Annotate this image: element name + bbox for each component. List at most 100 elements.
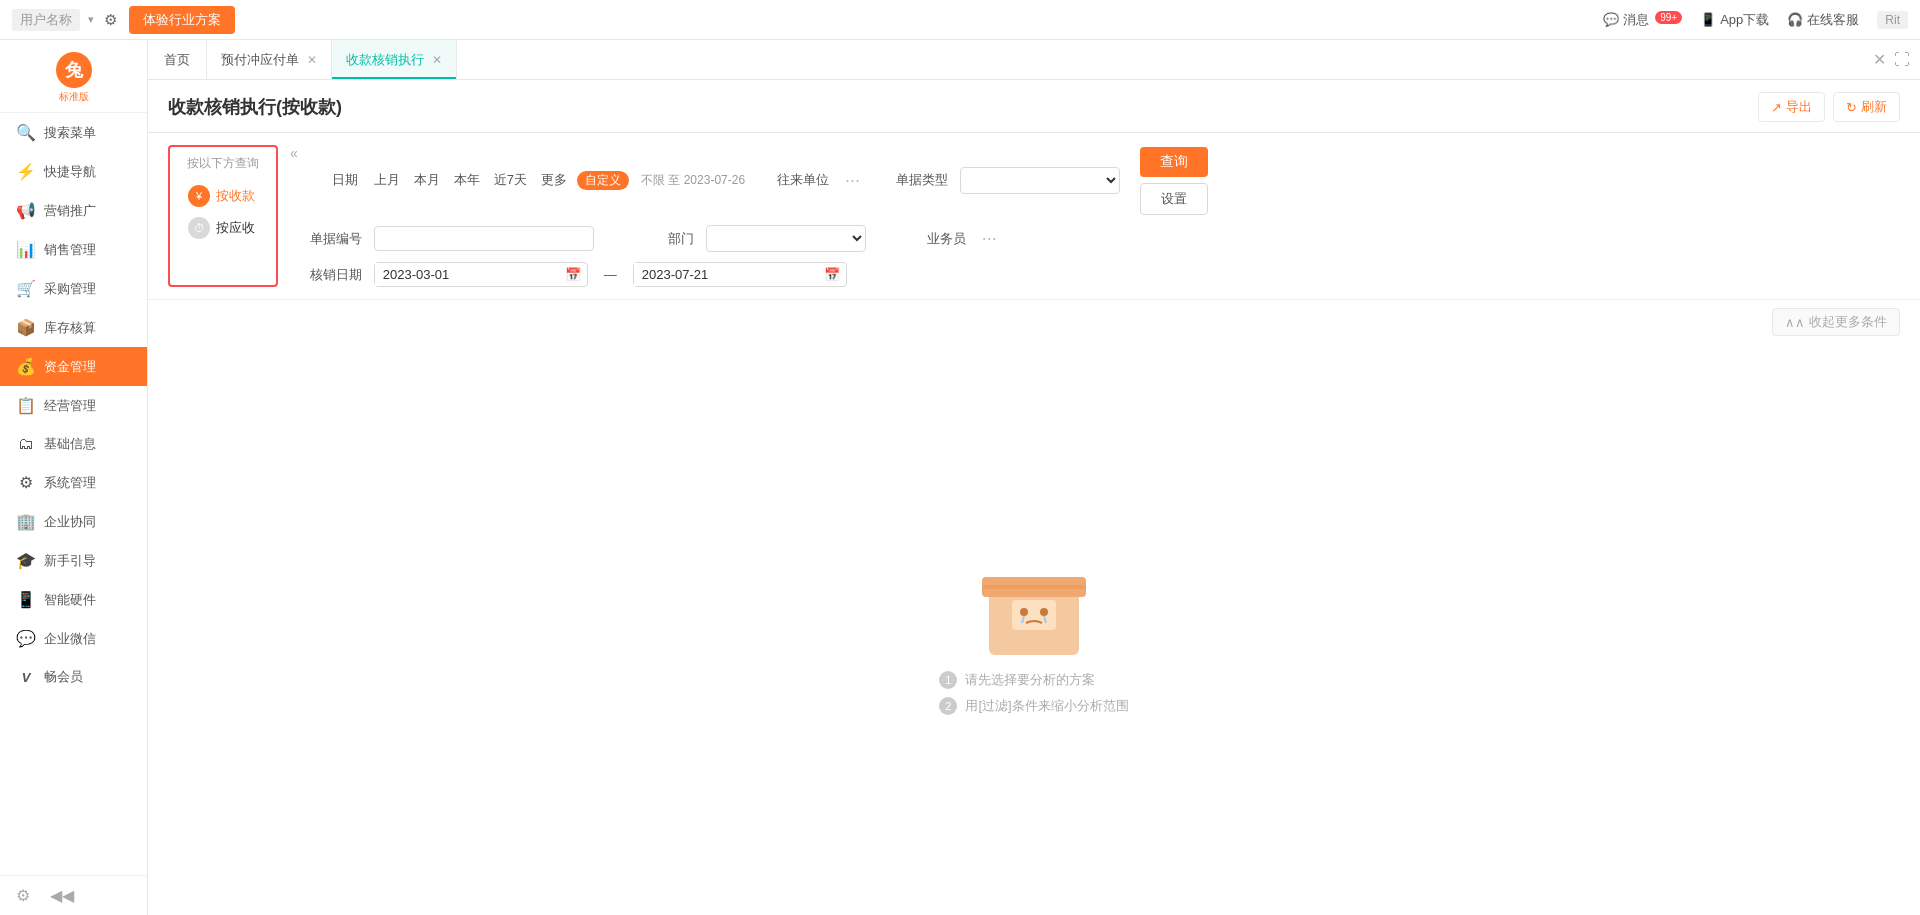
sidebar-item-finance[interactable]: 💰 资金管理 [0,347,147,386]
doc-type-label: 单据类型 [896,171,948,189]
verify-date-start-field[interactable] [375,263,559,286]
search-icon: 🔍 [16,123,36,142]
sidebar-item-guide[interactable]: 🎓 新手引导 [0,541,147,580]
filter-row-2: 单据编号 部门 业务员 ··· [310,225,1900,252]
top-bar-gear-icon[interactable]: ⚙ [104,11,117,29]
settings-button[interactable]: 设置 [1140,183,1208,215]
sidebar-item-wechat[interactable]: 💬 企业微信 [0,619,147,658]
sidebar-item-system[interactable]: ⚙ 系统管理 [0,463,147,502]
refresh-label: 刷新 [1861,98,1887,116]
message-button[interactable]: 💬 消息 99+ [1603,11,1682,29]
wechat-icon: 💬 [16,629,36,648]
sidebar-item-search[interactable]: 🔍 搜索菜单 [0,113,147,152]
user-avatar[interactable]: Rit [1877,11,1908,29]
hint-text-1: 请先选择要分析的方案 [965,671,1095,689]
payable-option-icon: ⏱ [188,217,210,239]
filter-row-1: 日期 上月 本月 本年 近7天 更多 自定义 不限 至 2023-07-26 往… [310,145,1900,215]
tab-bar-right: ✕ ⛶ [1873,50,1920,69]
refresh-button[interactable]: ↻ 刷新 [1833,92,1900,122]
logo-subtitle: 标准版 [59,90,89,104]
query-actions: 查询 设置 [1140,145,1208,215]
basic-icon: 🗂 [16,435,36,453]
sales-icon: 📊 [16,240,36,259]
dept-select[interactable] [706,225,866,252]
svg-point-3 [1020,608,1028,616]
tab-close-all-icon[interactable]: ✕ [1873,50,1886,69]
sidebar-item-basic[interactable]: 🗂 基础信息 [0,425,147,463]
doc-no-input[interactable] [374,226,594,251]
collapse-left-icon[interactable]: « [290,145,298,161]
tab-prepay-close[interactable]: ✕ [307,53,317,67]
custom-tag[interactable]: 自定义 [577,171,629,190]
sidebar-label-operation: 经营管理 [44,397,96,415]
collapse-sidebar-icon[interactable]: ◀◀ [50,886,74,905]
sidebar-label-wechat: 企业微信 [44,630,96,648]
sidebar-bottom: ⚙ ◀◀ [0,875,147,915]
sidebar-logo: 兔 标准版 [0,40,147,113]
verify-date-start-input[interactable]: 📅 [374,262,588,287]
filter-fields: 日期 上月 本月 本年 近7天 更多 自定义 不限 至 2023-07-26 往… [310,145,1900,287]
shortcut-7days[interactable]: 近7天 [490,169,531,191]
tab-receipt-close[interactable]: ✕ [432,53,442,67]
shortcut-last-month[interactable]: 上月 [370,169,404,191]
query-by-payable[interactable]: ⏱ 按应收 [180,212,266,244]
sidebar-item-member[interactable]: V 畅会员 [0,658,147,696]
content-area: 首页 预付冲应付单 ✕ 收款核销执行 ✕ ✕ ⛶ 收款核销执行(按收款) ↗ [148,40,1920,915]
settings-bottom-icon[interactable]: ⚙ [16,886,30,905]
top-bar: 用户名称 ▾ ⚙ 体验行业方案 💬 消息 99+ 📱 App下载 🎧 在线客服 … [0,0,1920,40]
shortcut-more[interactable]: 更多 [537,169,571,191]
query-by-receipt[interactable]: ¥ 按收款 [180,180,266,212]
service-icon: 🎧 [1787,12,1803,27]
sidebar-item-quicknav[interactable]: ⚡ 快捷导航 [0,152,147,191]
sidebar-label-purchase: 采购管理 [44,280,96,298]
dept-label: 部门 [646,230,694,248]
doc-type-select[interactable] [960,167,1120,194]
sidebar-item-purchase[interactable]: 🛒 采购管理 [0,269,147,308]
query-button[interactable]: 查询 [1140,147,1208,177]
tab-bar: 首页 预付冲应付单 ✕ 收款核销执行 ✕ ✕ ⛶ [148,40,1920,80]
app-download-button[interactable]: 📱 App下载 [1700,11,1769,29]
sidebar-label-sales: 销售管理 [44,241,96,259]
tab-receipt[interactable]: 收款核销执行 ✕ [332,40,457,79]
hint-text-2: 用[过滤]条件来缩小分析范围 [965,697,1128,715]
system-icon: ⚙ [16,473,36,492]
tab-expand-icon[interactable]: ⛶ [1894,51,1910,69]
collapse-more-icon: ∧∧ [1785,315,1805,330]
empty-illustration [974,545,1094,655]
refresh-icon: ↻ [1846,100,1857,115]
page-title: 收款核销执行(按收款) [168,95,342,119]
verify-date-end-field[interactable] [634,263,818,286]
sidebar-item-corp[interactable]: 🏢 企业协同 [0,502,147,541]
sidebar-item-marketing[interactable]: 📢 营销推广 [0,191,147,230]
sidebar-item-hardware[interactable]: 📱 智能硬件 [0,580,147,619]
sidebar-item-inventory[interactable]: 📦 库存核算 [0,308,147,347]
sidebar-label-corp: 企业协同 [44,513,96,531]
date-label: 日期 [310,171,358,189]
calendar-end-icon[interactable]: 📅 [818,267,846,282]
sidebar-item-operation[interactable]: 📋 经营管理 [0,386,147,425]
tab-home[interactable]: 首页 [148,40,207,79]
tab-prepay[interactable]: 预付冲应付单 ✕ [207,40,332,79]
service-button[interactable]: 🎧 在线客服 [1787,11,1859,29]
empty-hints: 1 请先选择要分析的方案 2 用[过滤]条件来缩小分析范围 [939,671,1128,715]
sidebar-label-member: 畅会员 [44,668,83,686]
staff-ellipsis[interactable]: ··· [978,228,1001,249]
corp-icon: 🏢 [16,512,36,531]
shortcut-this-month[interactable]: 本月 [410,169,444,191]
collapse-more-button[interactable]: ∧∧ 收起更多条件 [1772,308,1900,336]
top-bar-dropdown-icon[interactable]: ▾ [88,13,94,26]
sidebar-label-search: 搜索菜单 [44,124,96,142]
solution-button[interactable]: 体验行业方案 [129,6,235,34]
verify-date-label: 核销日期 [310,266,362,284]
verify-date-end-input[interactable]: 📅 [633,262,847,287]
query-type-label: 按以下方查询 [180,155,266,172]
calendar-start-icon[interactable]: 📅 [559,267,587,282]
export-button[interactable]: ↗ 导出 [1758,92,1825,122]
filter-section: 按以下方查询 ¥ 按收款 ⏱ 按应收 « 日期 上月 本月 [148,133,1920,300]
sidebar-label-system: 系统管理 [44,474,96,492]
member-icon: V [16,670,36,685]
top-bar-user: 用户名称 [12,9,80,31]
partner-ellipsis[interactable]: ··· [841,170,864,191]
sidebar-item-sales[interactable]: 📊 销售管理 [0,230,147,269]
shortcut-this-year[interactable]: 本年 [450,169,484,191]
